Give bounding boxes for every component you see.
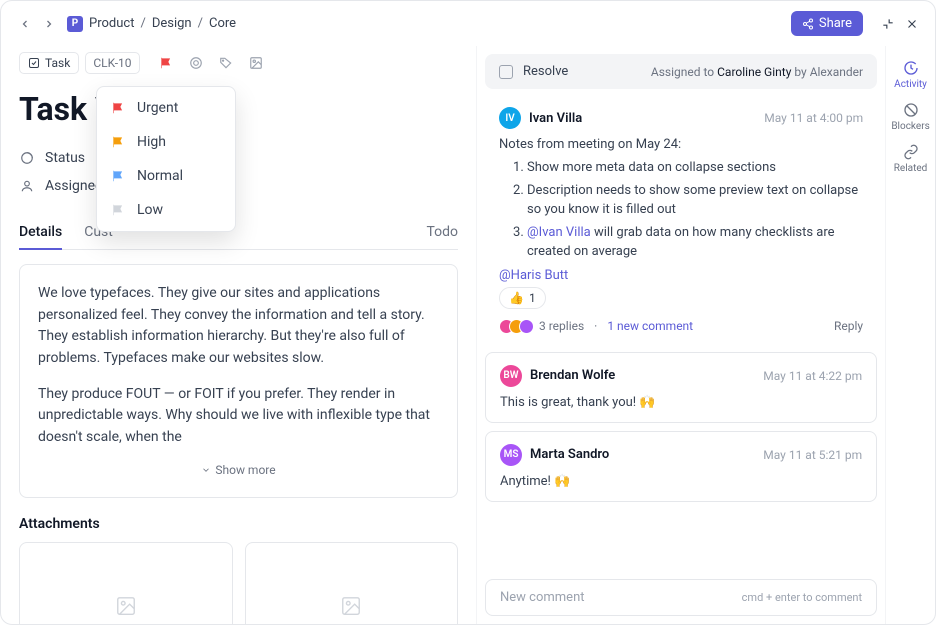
- comment-time: May 11 at 5:21 pm: [763, 448, 862, 462]
- mention[interactable]: @Ivan Villa: [527, 225, 591, 240]
- priority-dropdown: Urgent High Normal Low: [96, 86, 236, 232]
- breadcrumb[interactable]: P Product / Design / Core: [67, 16, 236, 32]
- assignees-field[interactable]: Assignees: [19, 172, 458, 200]
- comment-author[interactable]: Brendan Wolfe: [530, 368, 615, 383]
- resolve-checkbox[interactable]: [499, 65, 513, 79]
- avatar[interactable]: IV: [499, 107, 521, 129]
- task-id-chip[interactable]: CLK-10: [85, 52, 139, 74]
- mention[interactable]: @Haris Butt: [499, 268, 568, 283]
- attachment-slot[interactable]: [19, 542, 233, 624]
- comment: BW Brendan Wolfe May 11 at 4:22 pm This …: [485, 352, 877, 423]
- reply-button[interactable]: Reply: [834, 319, 863, 333]
- resolve-label[interactable]: Resolve: [523, 64, 568, 79]
- priority-flag-icon[interactable]: [158, 55, 174, 71]
- status-icon: [19, 150, 35, 166]
- rail-label: Activity: [894, 79, 927, 90]
- priority-label: Normal: [137, 168, 183, 184]
- priority-urgent[interactable]: Urgent: [97, 91, 235, 125]
- task-type-label: Task: [45, 56, 70, 70]
- tab-details[interactable]: Details: [19, 216, 62, 250]
- resolve-bar: Resolve Assigned to Caroline Ginty by Al…: [485, 54, 877, 89]
- breadcrumb-seg[interactable]: Design: [152, 16, 192, 31]
- thread-replies[interactable]: 3 replies: [539, 319, 584, 333]
- breadcrumb-seg[interactable]: Core: [209, 16, 236, 31]
- show-more-label: Show more: [215, 461, 275, 480]
- priority-high[interactable]: High: [97, 125, 235, 159]
- image-icon[interactable]: [248, 55, 264, 71]
- avatar[interactable]: BW: [500, 365, 522, 387]
- side-rail: Activity Blockers Related: [885, 46, 935, 624]
- avatar[interactable]: MS: [500, 444, 522, 466]
- share-label: Share: [819, 16, 852, 31]
- priority-label: Low: [137, 202, 163, 218]
- rail-activity[interactable]: Activity: [886, 54, 935, 96]
- priority-normal[interactable]: Normal: [97, 159, 235, 193]
- comment: IV Ivan Villa May 11 at 4:00 pm Notes fr…: [485, 97, 877, 344]
- comment-body: Anytime! 🙌: [500, 474, 862, 489]
- task-type-chip[interactable]: Task: [19, 52, 79, 74]
- assignees-icon: [19, 178, 35, 194]
- priority-label: Urgent: [137, 100, 178, 116]
- compose-hint: cmd + enter to comment: [742, 591, 862, 604]
- comment-author[interactable]: Marta Sandro: [530, 447, 609, 462]
- close-icon[interactable]: [903, 15, 921, 33]
- reaction-button[interactable]: 👍1: [499, 287, 546, 309]
- comment-time: May 11 at 4:00 pm: [764, 111, 863, 125]
- tag-icon[interactable]: [218, 55, 234, 71]
- tabs: Details Cust Todo: [19, 216, 458, 250]
- top-bar: P Product / Design / Core Share: [1, 1, 935, 46]
- sprint-icon[interactable]: [188, 55, 204, 71]
- comment-list: Show more meta data on collapse sections…: [499, 158, 863, 262]
- collapse-icon[interactable]: [879, 15, 897, 33]
- thread-avatars[interactable]: [499, 319, 529, 334]
- show-more-button[interactable]: Show more: [38, 461, 439, 480]
- tab-todo[interactable]: Todo: [426, 216, 458, 249]
- share-button[interactable]: Share: [791, 11, 863, 36]
- status-field[interactable]: Status: [19, 144, 458, 172]
- description-card[interactable]: We love typefaces. They give our sites a…: [19, 264, 458, 498]
- rail-related[interactable]: Related: [886, 138, 935, 180]
- thread-new[interactable]: 1 new comment: [607, 319, 693, 333]
- description-p2: They produce FOUT — or FOIT if you prefe…: [38, 384, 439, 449]
- rail-label: Blockers: [891, 121, 929, 132]
- breadcrumb-seg[interactable]: Product: [89, 16, 134, 31]
- assigned-text: Assigned to Caroline Ginty by Alexander: [651, 65, 863, 79]
- comment-body: Notes from meeting on May 24:: [499, 137, 863, 152]
- workspace-icon: P: [67, 16, 83, 32]
- compose-input[interactable]: New comment cmd + enter to comment: [485, 579, 877, 616]
- comment-time: May 11 at 4:22 pm: [763, 369, 862, 383]
- priority-label: High: [137, 134, 166, 150]
- description-p1: We love typefaces. They give our sites a…: [38, 283, 439, 370]
- comment-body: This is great, thank you! 🙌: [500, 395, 862, 410]
- compose-placeholder: New comment: [500, 590, 585, 605]
- status-label: Status: [45, 150, 85, 166]
- comment: MS Marta Sandro May 11 at 5:21 pm Anytim…: [485, 431, 877, 502]
- rail-blockers[interactable]: Blockers: [886, 96, 935, 138]
- attachment-slot[interactable]: [245, 542, 459, 624]
- attachments-heading: Attachments: [19, 516, 458, 532]
- priority-low[interactable]: Low: [97, 193, 235, 227]
- page-title: Task Vie: [19, 90, 458, 128]
- nav-back-button[interactable]: [15, 14, 35, 34]
- assignee-link[interactable]: Caroline Ginty: [717, 65, 791, 79]
- nav-forward-button[interactable]: [39, 14, 59, 34]
- comment-author[interactable]: Ivan Villa: [529, 111, 582, 126]
- rail-label: Related: [894, 163, 928, 174]
